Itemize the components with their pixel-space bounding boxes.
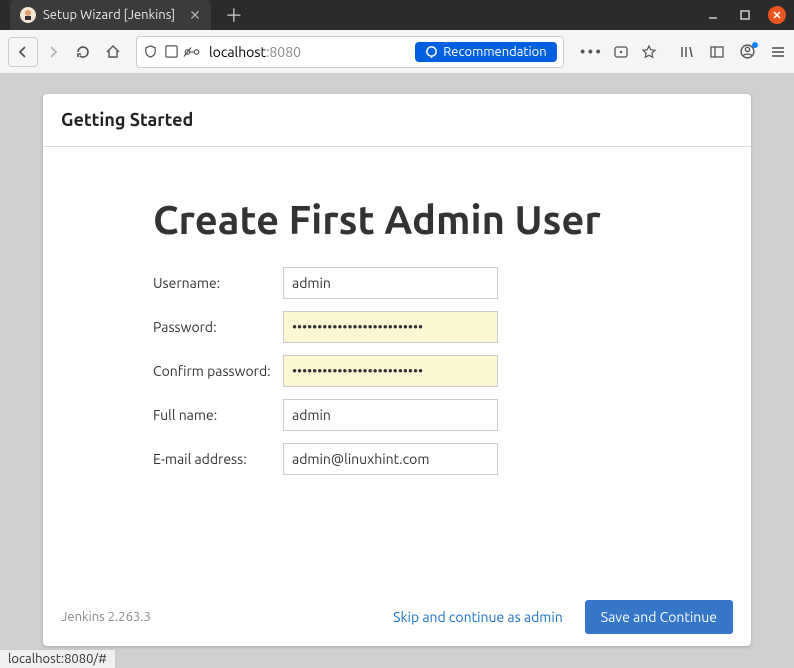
address-bar[interactable]: localhost:8080 Recommendation	[136, 36, 564, 68]
fullname-input[interactable]	[283, 399, 498, 431]
home-button[interactable]	[98, 37, 128, 67]
status-bar: localhost:8080/#	[0, 649, 116, 668]
confirm-password-label: Confirm password:	[153, 363, 283, 379]
tab-close-icon[interactable]: ✕	[189, 7, 201, 24]
page-info-icon[interactable]	[164, 44, 179, 59]
reader-mode-icon[interactable]	[613, 44, 629, 60]
new-tab-button[interactable]: ＋	[225, 2, 243, 28]
page-actions-icon[interactable]: •••	[580, 43, 603, 61]
password-label: Password:	[153, 319, 283, 335]
username-row: Username:	[153, 267, 641, 299]
card-footer: Jenkins 2.263.3 Skip and continue as adm…	[43, 588, 751, 646]
window-maximize-icon[interactable]	[736, 6, 754, 24]
bookmark-star-icon[interactable]	[641, 44, 657, 60]
tab-title: Setup Wizard [Jenkins]	[43, 8, 175, 22]
confirm-password-input[interactable]	[283, 355, 498, 387]
page-viewport: Getting Started Create First Admin User …	[0, 74, 794, 668]
username-input[interactable]	[283, 267, 498, 299]
card-body: Create First Admin User Username: Passwo…	[43, 147, 751, 588]
setup-wizard-card: Getting Started Create First Admin User …	[43, 94, 751, 646]
skip-link[interactable]: Skip and continue as admin	[393, 609, 563, 625]
jenkins-version: Jenkins 2.263.3	[61, 610, 151, 624]
hamburger-menu-icon[interactable]	[770, 44, 786, 60]
password-input[interactable]	[283, 311, 498, 343]
email-input[interactable]	[283, 443, 498, 475]
page-title: Create First Admin User	[153, 197, 641, 243]
save-continue-button[interactable]: Save and Continue	[585, 600, 733, 634]
connection-insecure-icon[interactable]	[183, 45, 201, 59]
window-minimize-icon[interactable]	[704, 6, 722, 24]
email-row: E-mail address:	[153, 443, 641, 475]
url-text: localhost:8080	[209, 44, 301, 60]
recommendation-badge[interactable]: Recommendation	[415, 42, 556, 62]
confirm-password-row: Confirm password:	[153, 355, 641, 387]
username-label: Username:	[153, 275, 283, 291]
fullname-row: Full name:	[153, 399, 641, 431]
jenkins-favicon-icon	[20, 7, 36, 23]
sidebar-icon[interactable]	[709, 44, 725, 60]
back-button[interactable]	[8, 37, 38, 67]
library-icon[interactable]	[679, 44, 695, 60]
browser-tab[interactable]: Setup Wizard [Jenkins] ✕	[10, 0, 211, 30]
email-label: E-mail address:	[153, 451, 283, 467]
password-row: Password:	[153, 311, 641, 343]
window-close-icon[interactable]	[768, 6, 786, 24]
reload-button[interactable]	[68, 37, 98, 67]
fullname-label: Full name:	[153, 407, 283, 423]
shield-icon[interactable]	[143, 44, 158, 59]
window-titlebar: Setup Wizard [Jenkins] ✕ ＋	[0, 0, 794, 30]
account-icon[interactable]	[739, 43, 756, 60]
forward-button[interactable]	[38, 37, 68, 67]
card-header: Getting Started	[43, 94, 751, 147]
getting-started-heading: Getting Started	[61, 110, 733, 130]
browser-toolbar: localhost:8080 Recommendation •••	[0, 30, 794, 74]
